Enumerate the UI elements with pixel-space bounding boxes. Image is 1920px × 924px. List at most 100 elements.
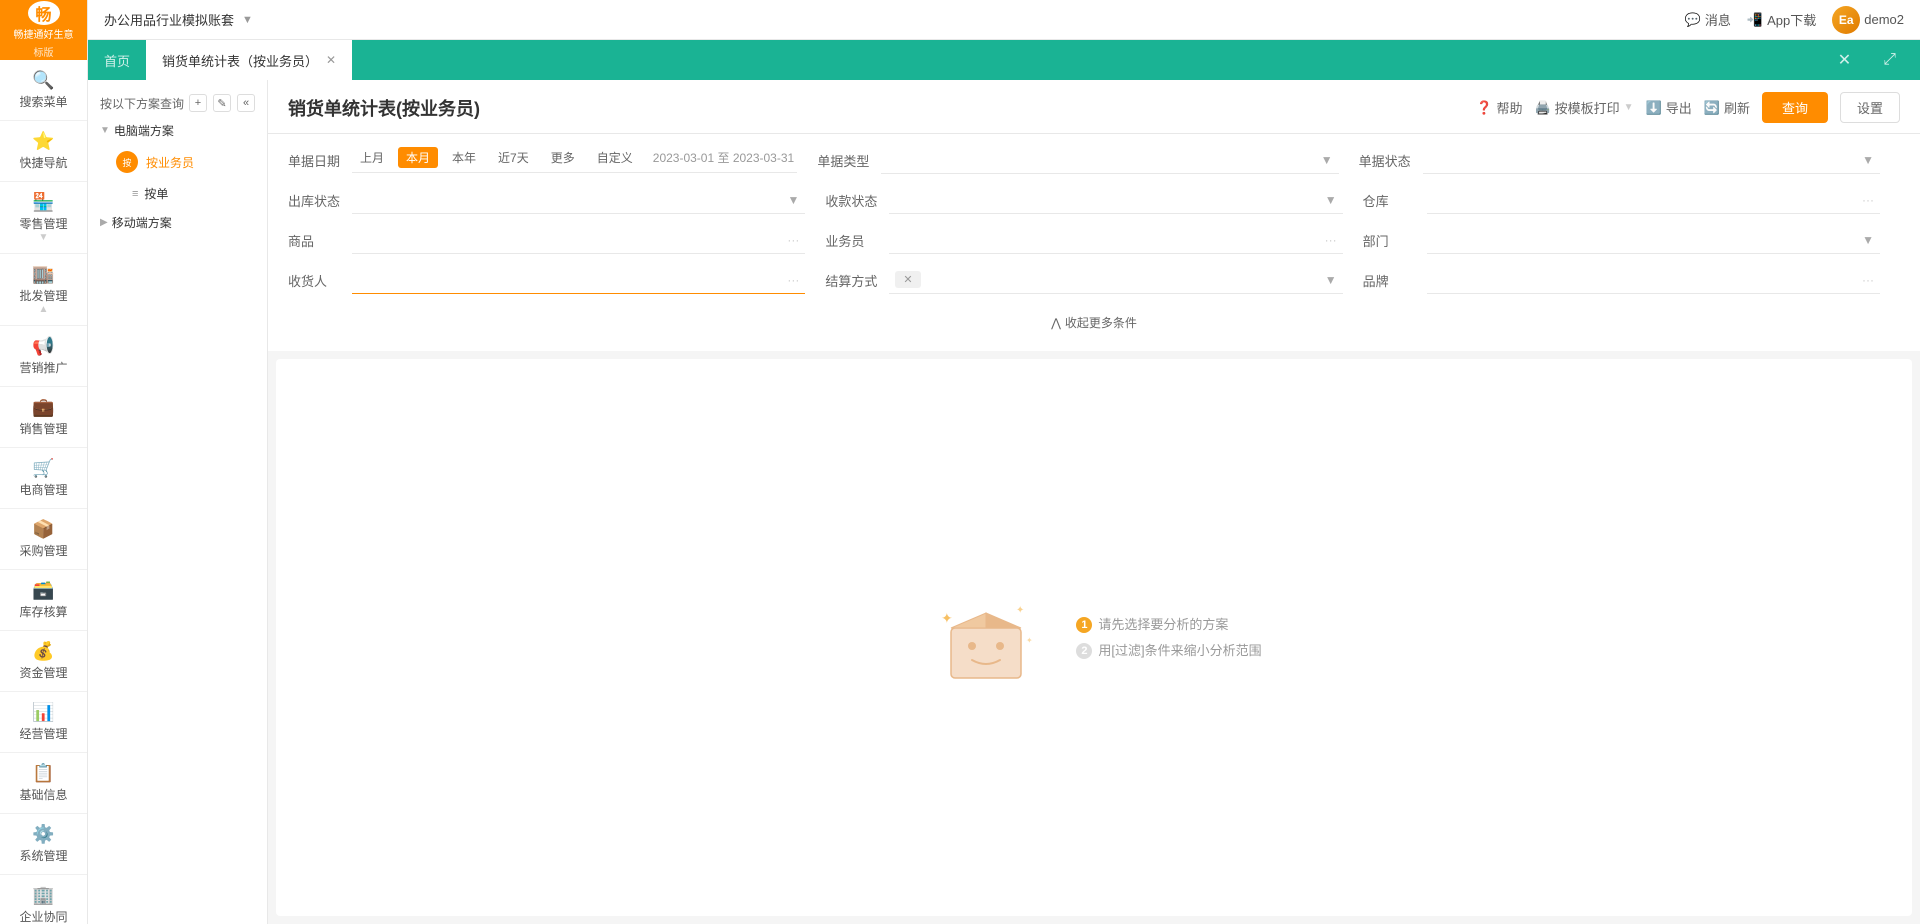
help-label: 帮助 [1496, 98, 1522, 117]
sidebar-item-sales[interactable]: 💼 销售管理 [0, 387, 87, 448]
date-btn-more[interactable]: 更多 [543, 147, 583, 168]
tab-window-close-icon[interactable]: ✕ [1826, 50, 1863, 70]
brand-field[interactable]: ··· [1427, 266, 1880, 294]
collect-status-field[interactable]: ▼ [889, 186, 1342, 214]
main-area: 办公用品行业模拟账套 ▼ 💬 消息 📲 App下载 Ea demo2 首页 销货… [88, 0, 1920, 924]
doc-type-field[interactable]: ▼ [881, 146, 1338, 174]
dept-field[interactable]: ▼ [1427, 226, 1880, 254]
staff-field[interactable]: ··· [889, 226, 1342, 254]
refresh-icon: 🔄 [1704, 100, 1720, 116]
date-label: 单据日期 [288, 151, 352, 170]
staff-scheme-icon: 按 [116, 151, 138, 173]
collapse-up-icon: ⋀ [1051, 316, 1061, 330]
logo-icon: 畅 [28, 1, 60, 25]
tree-item-by-order[interactable]: ≡ 按单 [88, 179, 267, 208]
tree-category-pc[interactable]: ▼ 电脑端方案 [88, 116, 267, 145]
sidebar-item-retail[interactable]: 🏪 零售管理 ▼ [0, 182, 87, 254]
sidebar-item-marketing[interactable]: 📢 营销推广 [0, 326, 87, 387]
user-name: demo2 [1864, 12, 1904, 27]
filter-area: 单据日期 上月 本月 本年 近7天 更多 自定义 2023-03-01 至 20… [268, 134, 1920, 351]
tab-sales-stat[interactable]: 销货单统计表（按业务员） ✕ [146, 40, 352, 80]
date-btn-7days[interactable]: 近7天 [490, 147, 537, 168]
sidebar-item-system[interactable]: ⚙️ 系统管理 [0, 814, 87, 875]
consignee-more-icon[interactable]: ··· [787, 273, 799, 287]
add-scheme-btn[interactable]: + [189, 94, 207, 112]
tab-home[interactable]: 首页 [88, 40, 146, 80]
sidebar-item-stock[interactable]: 🗃️ 库存核算 [0, 570, 87, 631]
warehouse-more-icon[interactable]: ··· [1862, 193, 1874, 207]
message-action[interactable]: 💬 消息 [1685, 10, 1731, 29]
date-btn-this-year[interactable]: 本年 [444, 147, 484, 168]
sidebar-item-ecom[interactable]: 🛒 电商管理 [0, 448, 87, 509]
goods-more-icon[interactable]: ··· [787, 233, 799, 247]
staff-more-icon[interactable]: ··· [1325, 233, 1337, 247]
left-panel: 按以下方案查询 + ✎ « ▼ 电脑端方案 按 按业务员 ≡ 按单 ▶ [88, 80, 268, 924]
page-actions: ❓ 帮助 🖨️ 按模板打印 ▼ ⬇️ 导出 � [1476, 92, 1900, 123]
sidebar: 畅 畅捷通好生意 标版 🔍 搜索菜单 ⭐ 快捷导航 🏪 零售管理 ▼ 🏬 批发管… [0, 0, 88, 924]
ecom-icon: 🛒 [4, 458, 83, 479]
warehouse-label: 仓库 [1363, 191, 1427, 210]
goods-field[interactable]: ··· [352, 226, 805, 254]
sidebar-item-search[interactable]: 🔍 搜索菜单 [0, 60, 87, 121]
tree-label-pc: 电脑端方案 [114, 122, 174, 139]
date-btn-last-month[interactable]: 上月 [352, 147, 392, 168]
app-download-action[interactable]: 📲 App下载 [1747, 10, 1816, 29]
tab-window-expand-icon[interactable]: ⤢ [1871, 51, 1908, 69]
sidebar-item-operations[interactable]: 📊 经营管理 [0, 692, 87, 753]
help-btn[interactable]: ❓ 帮助 [1476, 98, 1522, 117]
doc-status-dropdown-icon[interactable]: ▼ [1862, 153, 1874, 167]
tip-num-1: 1 [1076, 617, 1092, 633]
out-status-field[interactable]: ▼ [352, 186, 805, 214]
date-btn-custom[interactable]: 自定义 [589, 147, 641, 168]
warehouse-field[interactable]: ··· [1427, 186, 1880, 214]
doc-type-dropdown-icon[interactable]: ▼ [1321, 153, 1333, 167]
collapse-panel-btn[interactable]: « [237, 94, 255, 112]
brand-more-icon[interactable]: ··· [1862, 273, 1874, 287]
sidebar-item-finance[interactable]: 💰 资金管理 [0, 631, 87, 692]
tree-arrow-mobile: ▶ [100, 217, 108, 228]
user-area[interactable]: Ea demo2 [1832, 6, 1904, 34]
out-status-dropdown-icon[interactable]: ▼ [787, 193, 799, 207]
empty-illustration: ✦ ✦ ✦ [926, 578, 1046, 698]
print-dropdown-icon[interactable]: ▼ [1624, 102, 1634, 113]
sidebar-item-enterprise[interactable]: 🏢 企业协同 [0, 875, 87, 924]
doc-status-field[interactable]: ▼ [1423, 146, 1880, 174]
staff-label: 业务员 [825, 231, 889, 250]
export-btn[interactable]: ⬇️ 导出 [1646, 98, 1692, 117]
sales-stat-tab-label: 销货单统计表（按业务员） [162, 51, 318, 70]
refresh-btn[interactable]: 🔄 刷新 [1704, 98, 1750, 117]
settle-field[interactable]: ✕ ▼ [889, 266, 1342, 294]
export-label: 导出 [1666, 98, 1692, 117]
sidebar-item-purchase-label: 采购管理 [4, 542, 83, 559]
topbar-left: 办公用品行业模拟账套 ▼ [104, 10, 253, 29]
industry-selector[interactable]: 办公用品行业模拟账套 [104, 10, 234, 29]
settle-tag-close-icon[interactable]: ✕ [903, 273, 912, 286]
dept-dropdown-icon[interactable]: ▼ [1862, 233, 1874, 247]
tree-label-order: 按单 [144, 185, 168, 202]
sidebar-item-wholesale[interactable]: 🏬 批发管理 ▲ [0, 254, 87, 326]
date-btn-this-month[interactable]: 本月 [398, 147, 438, 168]
tip-num-2: 2 [1076, 643, 1092, 659]
filter-row-2: 出库状态 ▼ 收款状态 ▼ 仓库 ··· [288, 186, 1900, 214]
query-btn[interactable]: 查询 [1762, 92, 1828, 123]
tree-item-by-staff[interactable]: 按 按业务员 [88, 145, 267, 179]
topbar-dropdown-icon[interactable]: ▼ [242, 14, 253, 26]
sidebar-item-basic[interactable]: 📋 基础信息 [0, 753, 87, 814]
message-label: 消息 [1705, 10, 1731, 29]
collect-status-dropdown-icon[interactable]: ▼ [1325, 193, 1337, 207]
message-icon: 💬 [1685, 12, 1701, 28]
settle-dropdown-icon[interactable]: ▼ [1325, 273, 1337, 287]
edit-scheme-btn[interactable]: ✎ [213, 94, 231, 112]
print-btn[interactable]: 🖨️ 按模板打印 ▼ [1534, 98, 1633, 117]
settings-btn[interactable]: 设置 [1840, 92, 1900, 123]
tab-close-icon[interactable]: ✕ [326, 53, 336, 67]
consignee-label: 收货人 [288, 271, 352, 290]
consignee-field[interactable]: ··· [352, 266, 805, 294]
tree-category-mobile[interactable]: ▶ 移动端方案 [88, 208, 267, 237]
sidebar-item-quick-nav[interactable]: ⭐ 快捷导航 [0, 121, 87, 182]
basic-icon: 📋 [4, 763, 83, 784]
logo-text: 畅捷通好生意 [14, 29, 74, 42]
sidebar-item-purchase[interactable]: 📦 采购管理 [0, 509, 87, 570]
collapse-filters-btn[interactable]: ⋀ 收起更多条件 [288, 306, 1900, 339]
tree-arrow-pc: ▼ [100, 125, 110, 136]
